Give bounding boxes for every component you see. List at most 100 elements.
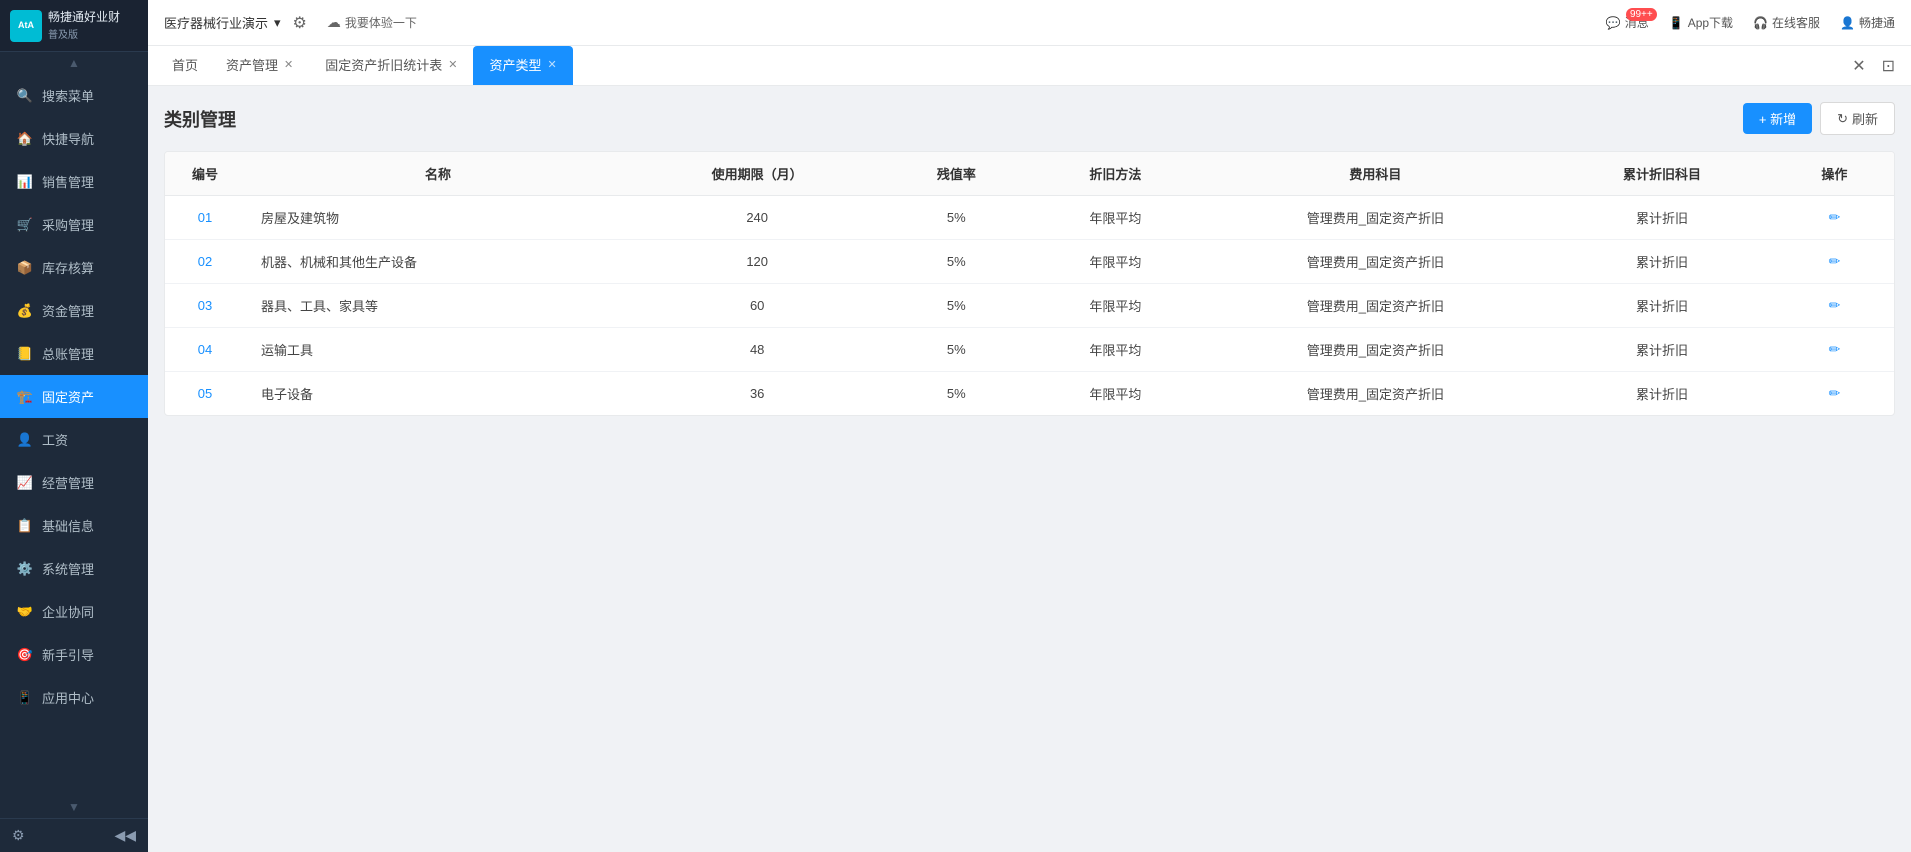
user-avatar-icon: 👤 (1840, 16, 1855, 30)
purchase-icon: 🛒 (16, 216, 34, 234)
user-name: 畅捷通 (1859, 14, 1895, 31)
module-selector[interactable]: 医疗器械行业演示 ▾ (164, 13, 281, 32)
sidebar: AtA 畅捷通好业财 普及版 ▲ 🔍 搜索菜单 🏠 快捷导航 📊 销售管理 🛒 … (0, 0, 148, 852)
tabs-bar: 首页 资产管理 ✕ 固定资产折旧统计表 ✕ 资产类型 ✕ ✕ ⊡ (148, 46, 1911, 86)
sidebar-label-quick-nav: 快捷导航 (42, 129, 94, 148)
customer-service-label: 在线客服 (1772, 14, 1820, 31)
close-tab-btn[interactable]: ✕ (1848, 52, 1869, 80)
edit-btn[interactable]: ✏ (1829, 297, 1841, 313)
messages-btn[interactable]: 💬 消息 99+ (1606, 14, 1649, 31)
settings-icon[interactable]: ⚙ (293, 13, 307, 33)
scroll-up[interactable]: ▲ (0, 52, 148, 74)
messages-badge: 99+ (1626, 8, 1657, 21)
scroll-down[interactable]: ▼ (0, 796, 148, 818)
cell-accumulated: 累计折旧 (1549, 328, 1775, 372)
sidebar-item-collab[interactable]: 🤝 企业协同 (0, 590, 148, 633)
sidebar-item-guide[interactable]: 🎯 新手引导 (0, 633, 148, 676)
page-header: 类别管理 + 新增 ↻ 刷新 (164, 102, 1895, 135)
col-id: 编号 (165, 152, 245, 196)
sidebar-item-purchase[interactable]: 🛒 采购管理 (0, 203, 148, 246)
collab-icon: 🤝 (16, 603, 34, 621)
cell-method: 年限平均 (1029, 328, 1201, 372)
sidebar-nav: 🔍 搜索菜单 🏠 快捷导航 📊 销售管理 🛒 采购管理 📦 库存核算 💰 资金管… (0, 74, 148, 796)
cell-method: 年限平均 (1029, 372, 1201, 416)
tab-asset-management-label: 资产管理 (226, 55, 278, 74)
table-row: 02 机器、机械和其他生产设备 120 5% 年限平均 管理费用_固定资产折旧 … (165, 240, 1894, 284)
cell-residual: 5% (883, 284, 1029, 328)
user-menu[interactable]: 👤 畅捷通 (1840, 14, 1895, 31)
sidebar-item-ledger[interactable]: 📒 总账管理 (0, 332, 148, 375)
app-download-icon: 📱 (1669, 16, 1684, 30)
edit-btn[interactable]: ✏ (1829, 341, 1841, 357)
cell-expense: 管理费用_固定资产折旧 (1202, 240, 1549, 284)
table-header: 编号 名称 使用期限（月） 残值率 折旧方法 费用科目 累计折旧科目 操作 (165, 152, 1894, 196)
sidebar-item-app-center[interactable]: 📱 应用中心 (0, 676, 148, 719)
cell-name: 房屋及建筑物 (245, 196, 631, 240)
cell-id: 05 (165, 372, 245, 416)
cell-accumulated: 累计折旧 (1549, 240, 1775, 284)
sidebar-label-search: 搜索菜单 (42, 86, 94, 105)
inventory-icon: 📦 (16, 259, 34, 277)
tab-asset-management-close[interactable]: ✕ (284, 58, 293, 71)
table-row: 03 器具、工具、家具等 60 5% 年限平均 管理费用_固定资产折旧 累计折旧… (165, 284, 1894, 328)
sidebar-label-capital: 资金管理 (42, 301, 94, 320)
customer-service-icon: 🎧 (1753, 16, 1768, 30)
tab-home[interactable]: 首页 (160, 46, 210, 85)
sidebar-item-fixed-assets[interactable]: 🏗️ 固定资产 (0, 375, 148, 418)
customer-service-btn[interactable]: 🎧 在线客服 (1753, 14, 1820, 31)
cell-id: 02 (165, 240, 245, 284)
cell-id: 04 (165, 328, 245, 372)
new-btn[interactable]: + 新增 (1743, 103, 1812, 134)
sidebar-item-base-info[interactable]: 📋 基础信息 (0, 504, 148, 547)
cell-id: 01 (165, 196, 245, 240)
page-title: 类别管理 (164, 106, 236, 132)
col-actions: 操作 (1775, 152, 1894, 196)
fullscreen-btn[interactable]: ⊡ (1878, 52, 1899, 80)
cell-period: 240 (631, 196, 884, 240)
app-name: 畅捷通好业财 (48, 10, 120, 26)
edit-btn[interactable]: ✏ (1829, 385, 1841, 401)
sidebar-label-ops: 经营管理 (42, 473, 94, 492)
cell-method: 年限平均 (1029, 240, 1201, 284)
col-residual: 残值率 (883, 152, 1029, 196)
sidebar-item-capital[interactable]: 💰 资金管理 (0, 289, 148, 332)
col-period: 使用期限（月） (631, 152, 884, 196)
tab-home-label: 首页 (172, 55, 198, 74)
sales-icon: 📊 (16, 173, 34, 191)
refresh-btn[interactable]: ↻ 刷新 (1820, 102, 1895, 135)
col-accumulated: 累计折旧科目 (1549, 152, 1775, 196)
sidebar-item-payroll[interactable]: 👤 工资 (0, 418, 148, 461)
tab-asset-type-close[interactable]: ✕ (548, 58, 557, 71)
category-table: 编号 名称 使用期限（月） 残值率 折旧方法 费用科目 累计折旧科目 操作 01… (165, 152, 1894, 415)
experience-icon: ☁ (327, 14, 341, 31)
tab-depreciation-close[interactable]: ✕ (448, 58, 457, 71)
tab-depreciation-table[interactable]: 固定资产折旧统计表 ✕ (309, 46, 473, 85)
settings-icon[interactable]: ⚙ (12, 827, 25, 844)
system-icon: ⚙️ (16, 560, 34, 578)
tab-asset-type-label: 资产类型 (489, 55, 541, 74)
sidebar-item-ops[interactable]: 📈 经营管理 (0, 461, 148, 504)
experience-btn[interactable]: ☁ 我要体验一下 (327, 14, 417, 31)
cell-actions: ✏ (1775, 328, 1894, 372)
sidebar-item-search[interactable]: 🔍 搜索菜单 (0, 74, 148, 117)
cell-id: 03 (165, 284, 245, 328)
cell-accumulated: 累计折旧 (1549, 284, 1775, 328)
tab-asset-management[interactable]: 资产管理 ✕ (210, 46, 309, 85)
sidebar-label-payroll: 工资 (42, 430, 68, 449)
sidebar-item-sales[interactable]: 📊 销售管理 (0, 160, 148, 203)
sidebar-item-system[interactable]: ⚙️ 系统管理 (0, 547, 148, 590)
search-icon: 🔍 (16, 87, 34, 105)
tab-asset-type[interactable]: 资产类型 ✕ (473, 46, 572, 85)
sidebar-item-quick-nav[interactable]: 🏠 快捷导航 (0, 117, 148, 160)
sidebar-item-inventory[interactable]: 📦 库存核算 (0, 246, 148, 289)
edit-btn[interactable]: ✏ (1829, 253, 1841, 269)
cell-period: 48 (631, 328, 884, 372)
col-name: 名称 (245, 152, 631, 196)
sidebar-label-fixed-assets: 固定资产 (42, 387, 94, 406)
data-table-container: 编号 名称 使用期限（月） 残值率 折旧方法 费用科目 累计折旧科目 操作 01… (164, 151, 1895, 416)
edit-btn[interactable]: ✏ (1829, 209, 1841, 225)
app-download-btn[interactable]: 📱 App下载 (1669, 14, 1733, 31)
cell-accumulated: 累计折旧 (1549, 372, 1775, 416)
collapse-sidebar-btn[interactable]: ◀◀ (114, 827, 136, 844)
table-body: 01 房屋及建筑物 240 5% 年限平均 管理费用_固定资产折旧 累计折旧 ✏… (165, 196, 1894, 416)
